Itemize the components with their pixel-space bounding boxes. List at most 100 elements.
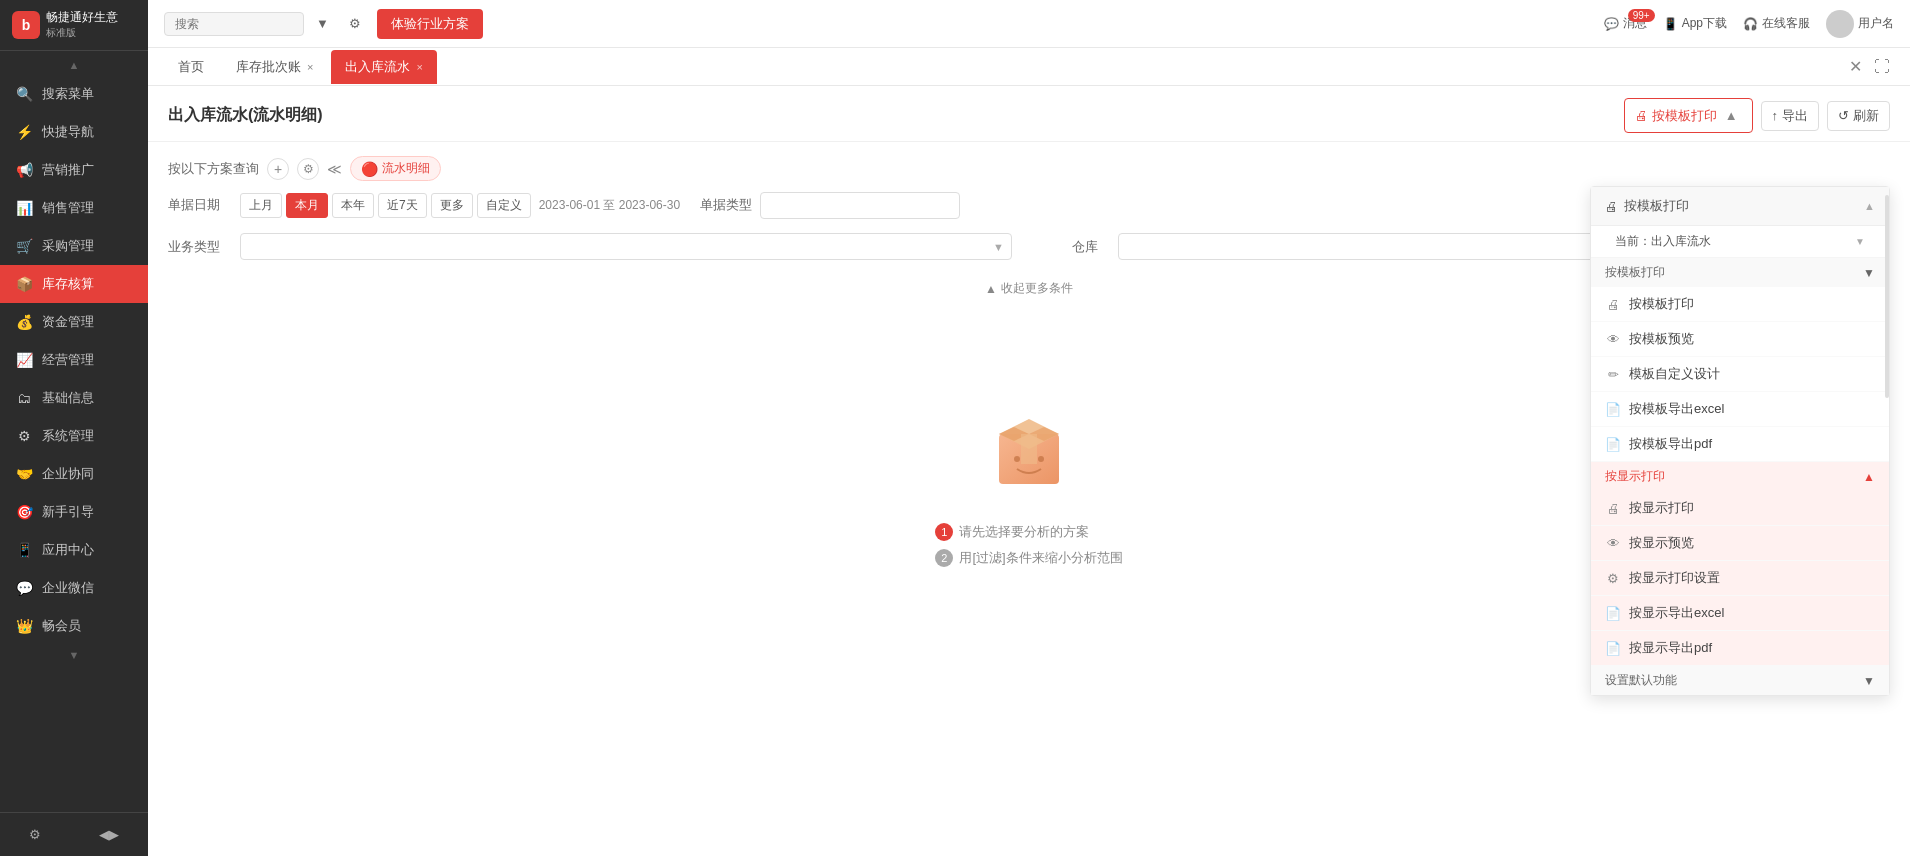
filter-settings-btn[interactable]: ⚙ bbox=[297, 158, 319, 180]
dp-section-default-label: 设置默认功能 bbox=[1605, 672, 1677, 689]
tab-flow-label: 出入库流水 bbox=[345, 58, 410, 76]
sidebar-item-operations[interactable]: 📈 经营管理 bbox=[0, 341, 148, 379]
dp-section-template[interactable]: 按模板打印 ▼ bbox=[1591, 258, 1889, 287]
tab-batch-account-close[interactable]: × bbox=[307, 61, 313, 73]
dp-template-excel-label: 按模板导出excel bbox=[1629, 400, 1724, 418]
dp-display-settings[interactable]: ⚙ 按显示打印设置 bbox=[1591, 561, 1889, 596]
dp-display-preview[interactable]: 👁 按显示预览 bbox=[1591, 526, 1889, 561]
sidebar-item-newbie[interactable]: 🎯 新手引导 bbox=[0, 493, 148, 531]
sidebar-item-quick-nav[interactable]: ⚡ 快捷导航 bbox=[0, 113, 148, 151]
sidebar-item-wechat[interactable]: 💬 企业微信 bbox=[0, 569, 148, 607]
dp-template-custom[interactable]: ✏ 模板自定义设计 bbox=[1591, 357, 1889, 392]
avatar bbox=[1826, 10, 1854, 38]
refresh-btn[interactable]: ↺ 刷新 bbox=[1827, 101, 1890, 131]
sidebar-settings-btn[interactable]: ⚙ bbox=[19, 821, 51, 848]
app-download-btn[interactable]: 📱 App下载 bbox=[1663, 15, 1727, 32]
app-download-icon: 📱 bbox=[1663, 17, 1678, 31]
filter-tag-liushui[interactable]: 🔴 流水明细 bbox=[350, 156, 441, 181]
dp-template-custom-icon: ✏ bbox=[1605, 367, 1621, 382]
print-template-label: 按模板打印 bbox=[1652, 107, 1717, 125]
sidebar-item-sales[interactable]: 📊 销售管理 bbox=[0, 189, 148, 227]
date-btn-this-year[interactable]: 本年 bbox=[332, 193, 374, 218]
sidebar-label-operations: 经营管理 bbox=[42, 351, 94, 369]
sidebar-label-basics: 基础信息 bbox=[42, 389, 94, 407]
sidebar-item-search[interactable]: 🔍 搜索菜单 bbox=[0, 75, 148, 113]
dp-current-chevron[interactable]: ▼ bbox=[1855, 236, 1865, 247]
dp-section-default[interactable]: 设置默认功能 ▼ bbox=[1591, 666, 1889, 695]
message-icon: 💬 bbox=[1604, 17, 1619, 31]
sidebar-label-apps: 应用中心 bbox=[42, 541, 94, 559]
tip-item-2: 2 用[过滤]条件来缩小分析范围 bbox=[935, 545, 1122, 571]
dp-display-print[interactable]: 🖨 按显示打印 bbox=[1591, 491, 1889, 526]
page-title: 出入库流水(流水明细) bbox=[168, 105, 323, 126]
date-range-display: 2023-06-01 至 2023-06-30 bbox=[539, 197, 680, 214]
dp-display-print-label: 按显示打印 bbox=[1629, 499, 1694, 517]
type-select[interactable] bbox=[760, 192, 960, 219]
topbar-search-input[interactable] bbox=[164, 12, 304, 36]
wechat-icon: 💬 bbox=[14, 580, 34, 596]
message-btn[interactable]: 💬 消息 99+ bbox=[1604, 15, 1647, 32]
dp-template-export-pdf[interactable]: 📄 按模板导出pdf bbox=[1591, 427, 1889, 462]
dp-display-export-excel[interactable]: 📄 按显示导出excel bbox=[1591, 596, 1889, 631]
tab-home[interactable]: 首页 bbox=[164, 50, 218, 84]
date-btn-last-month[interactable]: 上月 bbox=[240, 193, 282, 218]
print-template-btn[interactable]: 🖨 按模板打印 ▲ bbox=[1624, 98, 1753, 133]
business-select[interactable] bbox=[240, 233, 1012, 260]
tab-bar-expand-btn[interactable]: ⛶ bbox=[1870, 56, 1894, 78]
search-dropdown-btn[interactable]: ▼ bbox=[312, 12, 333, 35]
marketing-icon: 📢 bbox=[14, 162, 34, 178]
main-area: ▼ ⚙ 体验行业方案 💬 消息 99+ 📱 App下载 🎧 在线客服 用户名 bbox=[148, 0, 1910, 856]
sidebar-item-cooperation[interactable]: 🤝 企业协同 bbox=[0, 455, 148, 493]
sidebar-item-basics[interactable]: 🗂 基础信息 bbox=[0, 379, 148, 417]
dp-header-chevron[interactable]: ▲ bbox=[1864, 200, 1875, 212]
dp-display-settings-label: 按显示打印设置 bbox=[1629, 569, 1720, 587]
date-btn-this-month[interactable]: 本月 bbox=[286, 193, 328, 218]
dp-display-pdf-label: 按显示导出pdf bbox=[1629, 639, 1712, 657]
tab-bar-close-btn[interactable]: ✕ bbox=[1845, 55, 1866, 78]
online-service-btn[interactable]: 🎧 在线客服 bbox=[1743, 15, 1810, 32]
tab-flow-close[interactable]: × bbox=[416, 61, 422, 73]
dp-template-preview[interactable]: 👁 按模板预览 bbox=[1591, 322, 1889, 357]
dp-display-export-pdf[interactable]: 📄 按显示导出pdf bbox=[1591, 631, 1889, 666]
dp-scrollbar[interactable] bbox=[1885, 187, 1889, 695]
tab-batch-account[interactable]: 库存批次账 × bbox=[222, 50, 327, 84]
search-nav-icon: 🔍 bbox=[14, 86, 34, 102]
tab-flow[interactable]: 出入库流水 × bbox=[331, 50, 436, 84]
type-filter-group: 单据类型 ▼ ··· bbox=[700, 192, 1740, 219]
dp-display-excel-label: 按显示导出excel bbox=[1629, 604, 1724, 622]
print-chevron-icon[interactable]: ▲ bbox=[1721, 104, 1742, 127]
dp-template-preview-icon: 👁 bbox=[1605, 332, 1621, 347]
user-avatar-btn[interactable]: 用户名 bbox=[1826, 10, 1894, 38]
dp-template-pdf-label: 按模板导出pdf bbox=[1629, 435, 1712, 453]
sidebar-item-inventory[interactable]: 📦 库存核算 bbox=[0, 265, 148, 303]
date-btn-7days[interactable]: 近7天 bbox=[378, 193, 427, 218]
export-btn[interactable]: ↑ 导出 bbox=[1761, 101, 1820, 131]
dp-template-export-excel[interactable]: 📄 按模板导出excel bbox=[1591, 392, 1889, 427]
dp-template-print[interactable]: 🖨 按模板打印 bbox=[1591, 287, 1889, 322]
sales-icon: 📊 bbox=[14, 200, 34, 216]
dp-display-preview-label: 按显示预览 bbox=[1629, 534, 1694, 552]
sidebar-item-marketing[interactable]: 📢 营销推广 bbox=[0, 151, 148, 189]
sidebar-item-member[interactable]: 👑 畅会员 bbox=[0, 607, 148, 645]
scroll-up-indicator: ▲ bbox=[0, 55, 148, 75]
sidebar-label-quick: 快捷导航 bbox=[42, 123, 94, 141]
sidebar-collapse-btn[interactable]: ◀▶ bbox=[89, 821, 129, 848]
sidebar-label-wechat: 企业微信 bbox=[42, 579, 94, 597]
quick-nav-icon: ⚡ bbox=[14, 124, 34, 140]
date-btn-more[interactable]: 更多 bbox=[431, 193, 473, 218]
industry-solution-btn[interactable]: 体验行业方案 bbox=[377, 9, 483, 39]
topbar-settings-icon[interactable]: ⚙ bbox=[341, 10, 369, 38]
dp-section-display[interactable]: 按显示打印 ▲ bbox=[1591, 462, 1889, 491]
date-btn-custom[interactable]: 自定义 bbox=[477, 193, 531, 218]
dp-header-left: 🖨 按模板打印 bbox=[1605, 197, 1689, 215]
business-select-wrap: ▼ bbox=[240, 233, 1012, 260]
sidebar-item-system[interactable]: ⚙ 系统管理 bbox=[0, 417, 148, 455]
add-filter-btn[interactable]: + bbox=[267, 158, 289, 180]
sidebar-item-finance[interactable]: 💰 资金管理 bbox=[0, 303, 148, 341]
print-dropdown-panel: 🖨 按模板打印 ▲ 当前：出入库流水 ▼ 按模板打印 ▼ 🖨 bbox=[1590, 186, 1890, 696]
sidebar-item-apps[interactable]: 📱 应用中心 bbox=[0, 531, 148, 569]
dp-template-pdf-icon: 📄 bbox=[1605, 437, 1621, 452]
filter-collapse-btn[interactable]: ≪ bbox=[327, 161, 342, 177]
sidebar-label-member: 畅会员 bbox=[42, 617, 81, 635]
sidebar-item-purchase[interactable]: 🛒 采购管理 bbox=[0, 227, 148, 265]
